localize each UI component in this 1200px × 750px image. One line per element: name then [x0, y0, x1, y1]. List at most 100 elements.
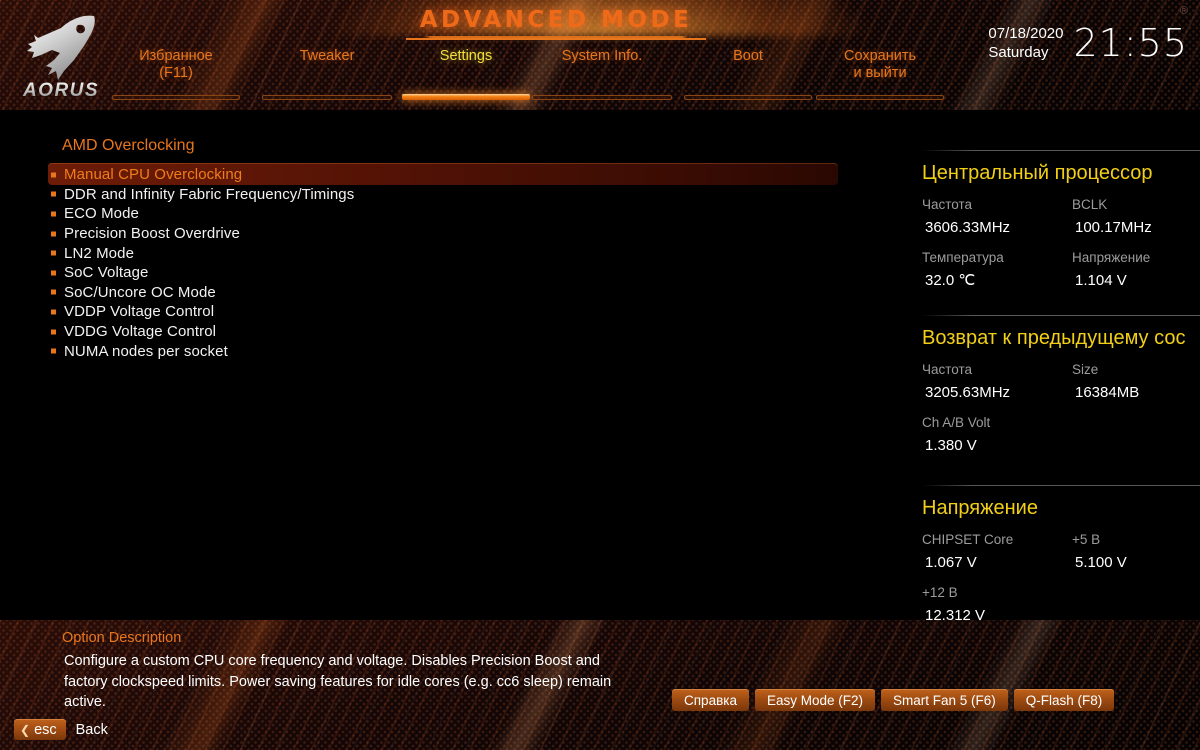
nav-tab-1[interactable]: Избранное (F11): [112, 48, 240, 100]
hw-cell: Size: [1072, 359, 1200, 381]
clock-time: 21:55: [1073, 21, 1188, 65]
settings-menu-list: Manual CPU Overclocking DDR and Infinity …: [48, 163, 838, 361]
action-button-3[interactable]: Smart Fan 5 (F6): [881, 689, 1008, 711]
hw-label: +5 B: [1072, 532, 1101, 547]
hardware-monitor-panel: Центральный процессор Частота BCLK 3606.33M…: [900, 110, 1200, 624]
banner-title: ADVANCED MODE: [419, 7, 693, 33]
menu-item[interactable]: SoC/Uncore OC Mode: [48, 283, 838, 303]
action-button-4[interactable]: Q-Flash (F8): [1013, 689, 1115, 711]
advanced-mode-banner: ADVANCED MODE: [406, 0, 706, 40]
hw-row-gap: [922, 404, 1200, 412]
esc-key-badge[interactable]: ❮ esc: [14, 719, 66, 740]
bullet-icon: [51, 211, 56, 217]
hw-value: 1.380 V: [925, 437, 977, 454]
hw-section-divider: [922, 485, 1200, 486]
hw-value-row: 3205.63MHz 16384MB: [922, 381, 1200, 404]
aorus-logo-text: AORUS: [13, 80, 109, 102]
hw-value-row: 1.380 V: [922, 434, 1200, 457]
action-button-label: Справка: [684, 692, 737, 708]
menu-item[interactable]: VDDG Voltage Control: [48, 322, 838, 342]
nav-tab-5[interactable]: Boot: [684, 48, 812, 100]
menu-item[interactable]: DDR and Infinity Fabric Frequency/Timing…: [48, 185, 838, 205]
nav-tab-label: System Info.: [561, 48, 643, 64]
bullet-icon: [51, 270, 56, 276]
hw-label-row: +12 B: [922, 582, 1200, 604]
nav-tab-underline: [402, 94, 530, 100]
nav-tab-label: Tweaker: [299, 48, 355, 64]
hw-label-row: Ch A/B Volt: [922, 412, 1200, 434]
action-button-1[interactable]: Справка: [672, 689, 749, 711]
hw-cell: 3606.33MHz: [922, 216, 1072, 239]
registered-mark-icon: ®: [1179, 5, 1188, 17]
nav-tab-underline: [532, 95, 672, 100]
main-nav-tabs: Избранное (F11) Tweaker Settings System Inf…: [112, 48, 944, 100]
hw-row-gap: [922, 239, 1200, 247]
menu-item[interactable]: Manual CPU Overclocking: [48, 163, 838, 185]
action-button-label: Q-Flash (F8): [1025, 692, 1103, 708]
hw-label-row: CHIPSET Core +5 B: [922, 529, 1200, 551]
hw-label: Ch A/B Volt: [922, 415, 991, 430]
hw-label: +12 B: [922, 585, 958, 600]
hw-label: Частота: [922, 362, 973, 377]
action-button-label: Smart Fan 5 (F6): [893, 692, 996, 708]
aorus-eagle-icon: [27, 15, 95, 80]
menu-item-label: ECO Mode: [64, 205, 139, 223]
hw-value: 3205.63MHz: [925, 384, 1011, 401]
nav-tab-4[interactable]: System Info.: [532, 48, 672, 100]
menu-item-label: SoC/Uncore OC Mode: [64, 283, 216, 301]
menu-item-label: SoC Voltage: [64, 264, 149, 282]
menu-item[interactable]: LN2 Mode: [48, 243, 838, 263]
menu-item[interactable]: SoC Voltage: [48, 263, 838, 283]
nav-tab-label: Избранное (F11): [139, 48, 213, 81]
hw-section-title: Центральный процессор: [922, 162, 1153, 184]
nav-tab-underline: [816, 95, 944, 100]
hw-value: 100.17MHz: [1075, 219, 1152, 236]
esc-key-label: esc: [34, 721, 57, 738]
hw-label-row: Температура Напряжение: [922, 247, 1200, 269]
hw-label: Частота: [922, 197, 973, 212]
esc-back-bar[interactable]: ❮ esc Back: [14, 719, 108, 740]
menu-item-label: NUMA nodes per socket: [64, 342, 228, 360]
nav-tab-3[interactable]: Settings: [402, 48, 530, 100]
hw-value-row: 3606.33MHz 100.17MHz: [922, 216, 1200, 239]
hw-cell: 1.067 V: [922, 551, 1072, 574]
clock-weekday: Saturday: [988, 44, 1049, 61]
nav-tab-label: Сохранить и выйти: [843, 48, 917, 81]
hw-cell: +5 B: [1072, 529, 1200, 551]
esc-back-label: Back: [75, 721, 108, 738]
hw-value-row: 1.067 V 5.100 V: [922, 551, 1200, 574]
bullet-icon: [51, 191, 56, 197]
hw-cell: Ch A/B Volt: [922, 412, 1072, 434]
hw-cell: 16384MB: [1072, 381, 1200, 404]
nav-tab-label: Boot: [733, 48, 763, 64]
hw-cell: +12 B: [922, 582, 1072, 604]
bullet-icon: [51, 309, 56, 315]
hw-cell: 1.104 V: [1072, 269, 1200, 292]
menu-item[interactable]: NUMA nodes per socket: [48, 341, 838, 361]
bullet-icon: [51, 172, 56, 178]
header-bar: AORUS ADVANCED MODE Избранное (F11) Tweak…: [0, 0, 1200, 110]
hw-cell: 100.17MHz: [1072, 216, 1200, 239]
hw-value: 5.100 V: [1075, 554, 1127, 571]
nav-tab-6[interactable]: Сохранить и выйти: [816, 48, 944, 100]
chevron-left-icon: ❮: [20, 722, 31, 737]
hw-cell: Напряжение: [1072, 247, 1200, 269]
menu-item[interactable]: ECO Mode: [48, 204, 838, 224]
menu-item[interactable]: VDDP Voltage Control: [48, 302, 838, 322]
page-title: AMD Overclocking: [62, 137, 195, 154]
action-button-2[interactable]: Easy Mode (F2): [754, 689, 875, 711]
nav-tab-2[interactable]: Tweaker: [262, 48, 392, 100]
action-button-label: Easy Mode (F2): [766, 692, 863, 708]
menu-item-label: Precision Boost Overdrive: [64, 225, 240, 243]
bullet-icon: [51, 289, 56, 295]
hw-label: BCLK: [1072, 197, 1108, 212]
bullet-icon: [51, 250, 56, 256]
hw-value-row: 32.0 ℃ 1.104 V: [922, 269, 1200, 292]
hw-cell: Частота: [922, 194, 1072, 216]
menu-item-label: VDDP Voltage Control: [64, 303, 215, 321]
hw-section-divider: [922, 315, 1200, 316]
menu-item[interactable]: Precision Boost Overdrive: [48, 224, 838, 244]
hw-label-row: Частота Size: [922, 359, 1200, 381]
hw-cell: 5.100 V: [1072, 551, 1200, 574]
hw-value: 32.0 ℃: [925, 272, 976, 289]
